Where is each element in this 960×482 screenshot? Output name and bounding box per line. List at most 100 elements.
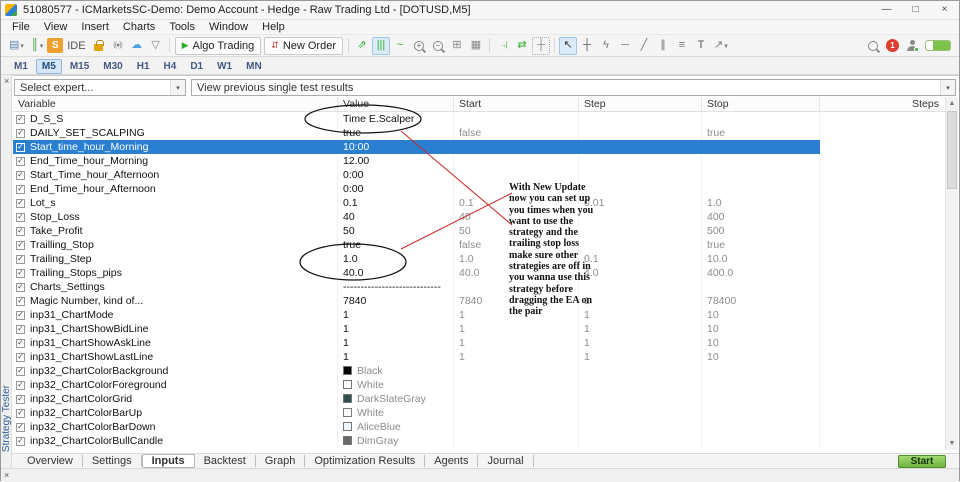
menu-charts[interactable]: Charts [116,20,162,34]
param-stop[interactable]: 10 [702,308,820,322]
param-stop[interactable] [702,364,820,378]
param-row[interactable]: ✓ inp32_ChartColorBullCandle DimGray [13,434,945,448]
param-stop[interactable]: 10 [702,350,820,364]
param-step[interactable] [579,280,702,294]
timeframe-d1[interactable]: D1 [184,59,209,74]
close-bottom-icon[interactable]: × [4,471,9,480]
param-start[interactable]: 40.0 [454,266,579,280]
param-row[interactable]: ✓ inp31_ChartShowBidLine 1 1 1 10 [13,322,945,336]
param-value[interactable]: White [338,406,454,420]
param-value[interactable]: 1 [338,322,454,336]
param-step[interactable]: 1 [579,336,702,350]
param-value[interactable]: 50 [338,224,454,238]
param-step[interactable] [579,224,702,238]
param-stop[interactable] [702,280,820,294]
tab-inputs[interactable]: Inputs [141,454,195,468]
param-checkbox[interactable]: ✓ [16,394,25,404]
param-stop[interactable] [702,378,820,392]
param-stop[interactable] [702,392,820,406]
param-value[interactable]: 1 [338,308,454,322]
param-value[interactable]: 12.00 [338,154,454,168]
param-start[interactable] [454,168,579,182]
param-value[interactable]: Time E.Scalper [338,112,454,126]
notification-badge[interactable]: 1 [883,37,902,55]
param-stop[interactable] [702,434,820,448]
scroll-up-icon[interactable]: ▲ [946,97,958,110]
param-row[interactable]: ✓ inp32_ChartColorBarDown AliceBlue [13,420,945,434]
tile-windows-icon[interactable]: ⊞ [448,37,466,55]
menu-window[interactable]: Window [202,20,255,34]
mql5-icon[interactable]: S [47,38,64,53]
param-value[interactable]: White [338,378,454,392]
param-step[interactable]: 1 [579,294,702,308]
param-stop[interactable]: 1.0 [702,196,820,210]
param-start[interactable] [454,420,579,434]
menu-help[interactable]: Help [255,20,292,34]
menu-view[interactable]: View [37,20,75,34]
param-stop[interactable]: 10 [702,322,820,336]
column-header-variable[interactable]: Variable [13,97,338,111]
param-step[interactable] [579,392,702,406]
timeframe-m15[interactable]: M15 [64,59,95,74]
param-stop[interactable] [702,154,820,168]
param-stop[interactable] [702,406,820,420]
param-step[interactable]: 1 [579,350,702,364]
bar-chart-mode-icon[interactable]: ||| [372,36,390,55]
param-row[interactable]: ✓ Start_time_hour_Morning 10:00 [13,140,945,154]
param-start[interactable] [454,280,579,294]
tab-journal[interactable]: Journal [478,455,534,467]
close-panel-icon[interactable]: × [4,77,9,86]
community-user-icon[interactable] [903,37,921,55]
param-row[interactable]: ✓ Trailing_Stops_pips 40.0 40.0 4.0 400.0 [13,266,945,280]
param-start[interactable] [454,364,579,378]
delete-objects-icon[interactable]: ϟ [597,37,615,55]
candlestick-style-dropdown[interactable]: ║ ▾ [28,37,46,55]
param-step[interactable] [579,238,702,252]
param-value[interactable]: 0.1 [338,196,454,210]
timeframe-h4[interactable]: H4 [158,59,183,74]
algo-trading-button[interactable]: ▶ Algo Trading [174,36,262,55]
param-stop[interactable]: 10 [702,336,820,350]
param-start[interactable]: 40 [454,210,579,224]
tab-overview[interactable]: Overview [18,455,83,467]
param-stop[interactable] [702,140,820,154]
param-start[interactable]: false [454,238,579,252]
text-tool-icon[interactable]: T [692,37,710,55]
param-checkbox[interactable]: ✓ [16,380,25,390]
param-start[interactable]: 50 [454,224,579,238]
param-row[interactable]: ✓ Take_Profit 50 50 500 [13,224,945,238]
param-step[interactable]: 0.1 [579,252,702,266]
param-start[interactable] [454,378,579,392]
param-checkbox[interactable]: ✓ [16,128,25,138]
grid-icon[interactable]: ▦ [467,37,485,55]
param-checkbox[interactable]: ✓ [16,352,25,362]
auto-scroll-icon[interactable]: →| [494,37,512,55]
column-header-value[interactable]: Value [338,97,454,111]
column-header-step[interactable]: Step [579,97,702,111]
param-stop[interactable]: 500 [702,224,820,238]
param-step[interactable] [579,210,702,224]
param-row[interactable]: ✓ Magic Number, kind of... 7840 7840 1 78400 [13,294,945,308]
maximize-button[interactable]: □ [901,1,930,19]
param-value[interactable]: 1.0 [338,252,454,266]
param-value[interactable]: Black [338,364,454,378]
fibonacci-tool-icon[interactable]: ≡ [673,37,691,55]
param-row[interactable]: ✓ inp31_ChartShowLastLine 1 1 1 10 [13,350,945,364]
param-step[interactable] [579,434,702,448]
param-row[interactable]: ✓ End_Time_hour_Morning 12.00 [13,154,945,168]
param-step[interactable] [579,168,702,182]
param-start[interactable]: 0.1 [454,196,579,210]
param-value[interactable]: 10:00 [338,140,454,154]
expert-select[interactable]: Select expert... ▾ [14,79,186,96]
param-stop[interactable]: 10.0 [702,252,820,266]
tab-optimization-results[interactable]: Optimization Results [305,455,426,467]
timeframe-h1[interactable]: H1 [131,59,156,74]
param-start[interactable]: false [454,126,579,140]
param-start[interactable] [454,140,579,154]
param-value[interactable]: 40.0 [338,266,454,280]
crosshair-window-icon[interactable]: ┼ [532,36,550,55]
tab-settings[interactable]: Settings [83,455,142,467]
param-checkbox[interactable]: ✓ [16,422,25,432]
param-stop[interactable]: 400 [702,210,820,224]
param-stop[interactable]: true [702,238,820,252]
